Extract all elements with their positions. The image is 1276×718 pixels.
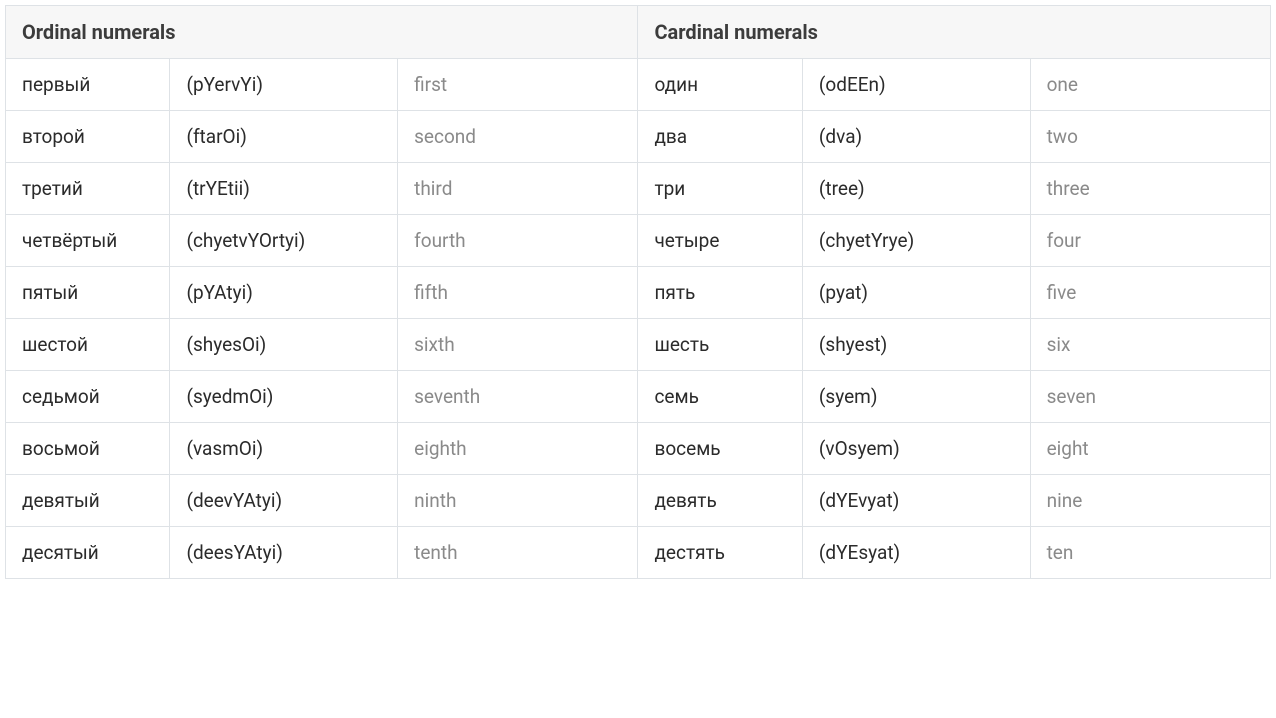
cardinal-pronunciation: (tree) (802, 163, 1030, 215)
ordinal-english: tenth (398, 527, 638, 579)
ordinal-pronunciation: (shyesOi) (170, 319, 398, 371)
cardinal-russian: восемь (638, 423, 802, 475)
cardinal-header: Cardinal numerals (638, 6, 1271, 59)
ordinal-english: fifth (398, 267, 638, 319)
cardinal-english: six (1030, 319, 1270, 371)
cardinal-english: one (1030, 59, 1270, 111)
table-row: третий(trYEtii)thirdтри(tree)three (6, 163, 1271, 215)
cardinal-english: three (1030, 163, 1270, 215)
ordinal-english: fourth (398, 215, 638, 267)
cardinal-russian: четыре (638, 215, 802, 267)
ordinal-english: ninth (398, 475, 638, 527)
cardinal-english: two (1030, 111, 1270, 163)
ordinal-russian: восьмой (6, 423, 170, 475)
ordinal-english: eighth (398, 423, 638, 475)
cardinal-pronunciation: (dYEvyat) (802, 475, 1030, 527)
ordinal-russian: второй (6, 111, 170, 163)
cardinal-english: eight (1030, 423, 1270, 475)
table-header-row: Ordinal numerals Cardinal numerals (6, 6, 1271, 59)
ordinal-pronunciation: (syedmOi) (170, 371, 398, 423)
cardinal-russian: два (638, 111, 802, 163)
cardinal-pronunciation: (chyetYrye) (802, 215, 1030, 267)
table-row: первый(pYervYi)firstодин(odEEn)one (6, 59, 1271, 111)
cardinal-pronunciation: (vOsyem) (802, 423, 1030, 475)
table-row: четвёртый(chyetvYOrtyi)fourthчетыре(chye… (6, 215, 1271, 267)
cardinal-english: ten (1030, 527, 1270, 579)
ordinal-russian: седьмой (6, 371, 170, 423)
cardinal-english: five (1030, 267, 1270, 319)
ordinal-pronunciation: (trYEtii) (170, 163, 398, 215)
cardinal-english: nine (1030, 475, 1270, 527)
ordinal-russian: шестой (6, 319, 170, 371)
table-row: седьмой(syedmOi)seventhсемь(syem)seven (6, 371, 1271, 423)
table-row: восьмой(vasmOi)eighthвосемь(vOsyem)eight (6, 423, 1271, 475)
ordinal-english: second (398, 111, 638, 163)
cardinal-russian: один (638, 59, 802, 111)
cardinal-russian: шесть (638, 319, 802, 371)
cardinal-russian: семь (638, 371, 802, 423)
table-row: пятый(pYAtyi)fifthпять(pyat)five (6, 267, 1271, 319)
cardinal-pronunciation: (dYEsyat) (802, 527, 1030, 579)
ordinal-english: seventh (398, 371, 638, 423)
ordinal-pronunciation: (deevYAtyi) (170, 475, 398, 527)
cardinal-russian: три (638, 163, 802, 215)
cardinal-russian: пять (638, 267, 802, 319)
table-row: шестой(shyesOi)sixthшесть(shyest)six (6, 319, 1271, 371)
ordinal-russian: пятый (6, 267, 170, 319)
cardinal-russian: дестять (638, 527, 802, 579)
ordinal-russian: первый (6, 59, 170, 111)
cardinal-pronunciation: (odEEn) (802, 59, 1030, 111)
ordinal-pronunciation: (deesYAtyi) (170, 527, 398, 579)
ordinal-pronunciation: (chyetvYOrtyi) (170, 215, 398, 267)
ordinal-header: Ordinal numerals (6, 6, 638, 59)
ordinal-russian: девятый (6, 475, 170, 527)
ordinal-english: sixth (398, 319, 638, 371)
ordinal-pronunciation: (vasmOi) (170, 423, 398, 475)
cardinal-pronunciation: (shyest) (802, 319, 1030, 371)
table-body: первый(pYervYi)firstодин(odEEn)oneвторой… (6, 59, 1271, 579)
ordinal-russian: десятый (6, 527, 170, 579)
table-row: десятый(deesYAtyi)tenthдестять(dYEsyat)t… (6, 527, 1271, 579)
ordinal-english: first (398, 59, 638, 111)
table-row: второй(ftarOi)secondдва(dva)two (6, 111, 1271, 163)
numerals-table: Ordinal numerals Cardinal numerals первы… (5, 5, 1271, 579)
cardinal-pronunciation: (syem) (802, 371, 1030, 423)
ordinal-russian: четвёртый (6, 215, 170, 267)
cardinal-russian: девять (638, 475, 802, 527)
ordinal-english: third (398, 163, 638, 215)
cardinal-english: four (1030, 215, 1270, 267)
cardinal-pronunciation: (pyat) (802, 267, 1030, 319)
ordinal-pronunciation: (ftarOi) (170, 111, 398, 163)
ordinal-pronunciation: (pYAtyi) (170, 267, 398, 319)
table-row: девятый(deevYAtyi)ninthдевять(dYEvyat)ni… (6, 475, 1271, 527)
ordinal-russian: третий (6, 163, 170, 215)
ordinal-pronunciation: (pYervYi) (170, 59, 398, 111)
cardinal-english: seven (1030, 371, 1270, 423)
cardinal-pronunciation: (dva) (802, 111, 1030, 163)
